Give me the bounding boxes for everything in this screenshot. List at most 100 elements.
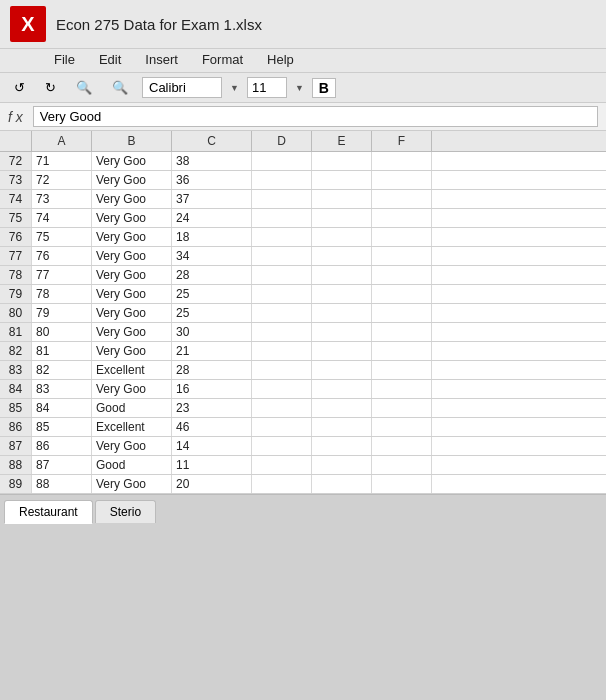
cell-c[interactable]: 25 [172, 304, 252, 322]
cell-c[interactable]: 24 [172, 209, 252, 227]
cell-c[interactable]: 37 [172, 190, 252, 208]
cell-b[interactable]: Very Goo [92, 475, 172, 493]
cell-d[interactable] [252, 266, 312, 284]
formula-input[interactable]: Very Good [33, 106, 598, 127]
search-button[interactable]: 🔍 [70, 77, 98, 98]
cell-a[interactable]: 88 [32, 475, 92, 493]
cell-c[interactable]: 34 [172, 247, 252, 265]
cell-f[interactable] [372, 342, 432, 360]
cell-b[interactable]: Very Goo [92, 209, 172, 227]
cell-b[interactable]: Very Goo [92, 171, 172, 189]
cell-e[interactable] [312, 475, 372, 493]
cell-a[interactable]: 86 [32, 437, 92, 455]
table-row[interactable]: 81 80 Very Goo 30 [0, 323, 606, 342]
cell-d[interactable] [252, 285, 312, 303]
cell-b[interactable]: Good [92, 456, 172, 474]
cell-b[interactable]: Good [92, 399, 172, 417]
cell-a[interactable]: 72 [32, 171, 92, 189]
cell-e[interactable] [312, 171, 372, 189]
cell-d[interactable] [252, 456, 312, 474]
cell-a[interactable]: 87 [32, 456, 92, 474]
cell-d[interactable] [252, 209, 312, 227]
cell-b[interactable]: Very Goo [92, 323, 172, 341]
table-row[interactable]: 73 72 Very Goo 36 [0, 171, 606, 190]
col-header-e[interactable]: E [312, 131, 372, 151]
cell-e[interactable] [312, 247, 372, 265]
font-name-selector[interactable]: Calibri [142, 77, 222, 98]
redo-button[interactable]: ↻ [39, 77, 62, 98]
cell-d[interactable] [252, 228, 312, 246]
cell-f[interactable] [372, 285, 432, 303]
cell-e[interactable] [312, 285, 372, 303]
table-row[interactable]: 74 73 Very Goo 37 [0, 190, 606, 209]
cell-a[interactable]: 75 [32, 228, 92, 246]
cell-c[interactable]: 23 [172, 399, 252, 417]
cell-e[interactable] [312, 437, 372, 455]
cell-c[interactable]: 21 [172, 342, 252, 360]
cell-d[interactable] [252, 152, 312, 170]
cell-b[interactable]: Very Goo [92, 304, 172, 322]
cell-b[interactable]: Very Goo [92, 285, 172, 303]
cell-b[interactable]: Very Goo [92, 380, 172, 398]
cell-b[interactable]: Very Goo [92, 342, 172, 360]
cell-c[interactable]: 25 [172, 285, 252, 303]
cell-b[interactable]: Excellent [92, 418, 172, 436]
cell-a[interactable]: 71 [32, 152, 92, 170]
menu-help[interactable]: Help [263, 51, 298, 68]
menu-file[interactable]: File [50, 51, 79, 68]
menu-format[interactable]: Format [198, 51, 247, 68]
cell-f[interactable] [372, 361, 432, 379]
cell-f[interactable] [372, 304, 432, 322]
col-header-b[interactable]: B [92, 131, 172, 151]
cell-d[interactable] [252, 342, 312, 360]
table-row[interactable]: 83 82 Excellent 28 [0, 361, 606, 380]
cell-b[interactable]: Very Goo [92, 266, 172, 284]
cell-f[interactable] [372, 437, 432, 455]
cell-f[interactable] [372, 209, 432, 227]
menu-edit[interactable]: Edit [95, 51, 125, 68]
cell-e[interactable] [312, 209, 372, 227]
cell-c[interactable]: 28 [172, 361, 252, 379]
cell-e[interactable] [312, 323, 372, 341]
table-row[interactable]: 75 74 Very Goo 24 [0, 209, 606, 228]
cell-c[interactable]: 46 [172, 418, 252, 436]
cell-e[interactable] [312, 266, 372, 284]
table-row[interactable]: 79 78 Very Goo 25 [0, 285, 606, 304]
menu-insert[interactable]: Insert [141, 51, 182, 68]
table-row[interactable]: 86 85 Excellent 46 [0, 418, 606, 437]
cell-a[interactable]: 82 [32, 361, 92, 379]
bold-button[interactable]: B [312, 78, 336, 98]
cell-c[interactable]: 20 [172, 475, 252, 493]
table-row[interactable]: 89 88 Very Goo 20 [0, 475, 606, 494]
cell-e[interactable] [312, 190, 372, 208]
undo-button[interactable]: ↺ [8, 77, 31, 98]
sheet-tab-sterio[interactable]: Sterio [95, 500, 156, 523]
cell-f[interactable] [372, 266, 432, 284]
cell-d[interactable] [252, 190, 312, 208]
cell-f[interactable] [372, 399, 432, 417]
cell-a[interactable]: 73 [32, 190, 92, 208]
cell-f[interactable] [372, 247, 432, 265]
cell-a[interactable]: 85 [32, 418, 92, 436]
cell-f[interactable] [372, 228, 432, 246]
table-row[interactable]: 80 79 Very Goo 25 [0, 304, 606, 323]
cell-a[interactable]: 77 [32, 266, 92, 284]
cell-e[interactable] [312, 418, 372, 436]
cell-e[interactable] [312, 361, 372, 379]
cell-b[interactable]: Excellent [92, 361, 172, 379]
cell-e[interactable] [312, 228, 372, 246]
cell-a[interactable]: 83 [32, 380, 92, 398]
table-row[interactable]: 84 83 Very Goo 16 [0, 380, 606, 399]
cell-d[interactable] [252, 437, 312, 455]
cell-a[interactable]: 74 [32, 209, 92, 227]
col-header-a[interactable]: A [32, 131, 92, 151]
cell-f[interactable] [372, 171, 432, 189]
cell-c[interactable]: 38 [172, 152, 252, 170]
cell-c[interactable]: 28 [172, 266, 252, 284]
cell-f[interactable] [372, 323, 432, 341]
cell-e[interactable] [312, 380, 372, 398]
cell-c[interactable]: 36 [172, 171, 252, 189]
cell-d[interactable] [252, 399, 312, 417]
sheet-tab-restaurant[interactable]: Restaurant [4, 500, 93, 524]
table-row[interactable]: 82 81 Very Goo 21 [0, 342, 606, 361]
